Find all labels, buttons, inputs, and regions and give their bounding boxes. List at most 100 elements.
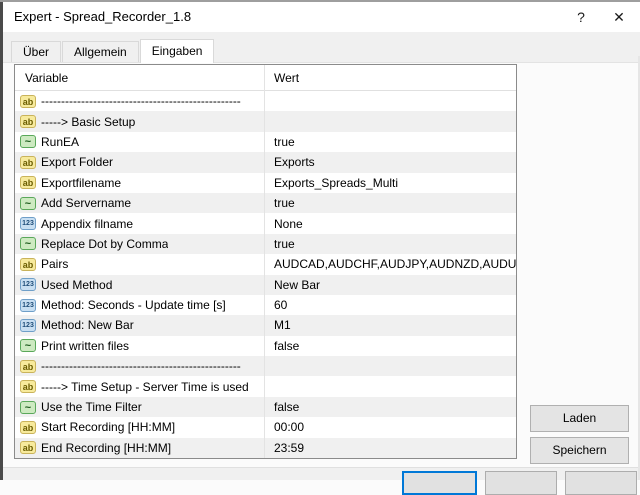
footer-button-3[interactable] bbox=[565, 471, 637, 495]
string-param-icon: ab bbox=[20, 359, 36, 373]
string-param-icon: ab bbox=[20, 94, 36, 108]
table-row[interactable]: ~ Replace Dot by Comma true bbox=[15, 233, 516, 255]
window-top-border bbox=[0, 0, 640, 2]
bool-param-icon: ~ bbox=[20, 237, 36, 251]
string-param-icon: ab bbox=[20, 155, 36, 169]
column-header-wert: Wert bbox=[274, 70, 300, 85]
footer-button-primary[interactable] bbox=[402, 471, 477, 495]
variable-label: Method: Seconds - Update time [s] bbox=[41, 298, 226, 313]
table-row[interactable]: ab -----> Time Setup - Server Time is us… bbox=[15, 376, 516, 396]
table-row[interactable]: ~ Add Servername true bbox=[15, 192, 516, 214]
variable-label: Use the Time Filter bbox=[41, 400, 142, 415]
int-param-icon: 123 bbox=[20, 298, 36, 312]
param-table-body: ab -------------------------------------… bbox=[15, 91, 516, 459]
int-param-icon: 123 bbox=[20, 278, 36, 292]
value-cell[interactable]: 23:59 bbox=[264, 441, 516, 455]
table-row[interactable]: ab -------------------------------------… bbox=[15, 91, 516, 111]
bool-param-icon: ~ bbox=[20, 135, 36, 149]
value-cell[interactable]: None bbox=[264, 217, 516, 231]
table-row[interactable]: ~ Print written files false bbox=[15, 336, 516, 356]
int-param-icon: 123 bbox=[20, 318, 36, 332]
variable-label: Print written files bbox=[41, 338, 130, 353]
close-icon: ✕ bbox=[613, 9, 625, 25]
string-param-icon: ab bbox=[20, 176, 36, 190]
footer-button-2[interactable] bbox=[485, 471, 557, 495]
variable-cell: 123 Appendix filname bbox=[15, 217, 264, 231]
value-cell[interactable]: true bbox=[264, 135, 516, 149]
table-row[interactable]: ab -------------------------------------… bbox=[15, 356, 516, 377]
variable-cell: ab End Recording [HH:MM] bbox=[15, 441, 264, 455]
table-header-row: Variable Wert bbox=[15, 65, 516, 91]
title-bar: Expert - Spread_Recorder_1.8 ? ✕ bbox=[3, 2, 640, 32]
table-row[interactable]: 123 Method: New Bar M1 bbox=[15, 315, 516, 336]
footer-bar bbox=[3, 467, 640, 495]
value-cell[interactable]: 00:00 bbox=[264, 420, 516, 434]
expert-properties-dialog: { "window": { "title": "Expert - Spread_… bbox=[0, 0, 640, 495]
tab-allgemein[interactable]: Allgemein bbox=[62, 41, 139, 62]
variable-label: Method: New Bar bbox=[41, 318, 134, 333]
value-cell[interactable]: true bbox=[264, 237, 516, 251]
load-button[interactable]: Laden bbox=[530, 405, 629, 432]
help-icon: ? bbox=[577, 9, 585, 25]
variable-label: ----------------------------------------… bbox=[41, 359, 241, 374]
close-button[interactable]: ✕ bbox=[600, 2, 638, 32]
table-row[interactable]: 123 Appendix filname None bbox=[15, 213, 516, 233]
table-row[interactable]: ab End Recording [HH:MM] 23:59 bbox=[15, 437, 516, 459]
variable-cell: ~ Print written files bbox=[15, 339, 264, 353]
variable-cell: ~ Add Servername bbox=[15, 196, 264, 210]
tab-ueber[interactable]: Über bbox=[11, 41, 62, 62]
variable-cell: ab -----> Time Setup - Server Time is us… bbox=[15, 380, 264, 394]
string-param-icon: ab bbox=[20, 115, 36, 129]
variable-cell: ~ Use the Time Filter bbox=[15, 400, 264, 414]
variable-cell: 123 Method: Seconds - Update time [s] bbox=[15, 298, 264, 312]
table-row[interactable]: 123 Used Method New Bar bbox=[15, 274, 516, 295]
variable-cell: ab Pairs bbox=[15, 257, 264, 271]
variable-label: Exportfilename bbox=[41, 175, 122, 190]
value-cell[interactable]: true bbox=[264, 196, 516, 210]
variable-cell: ab Exportfilename bbox=[15, 176, 264, 190]
table-row[interactable]: ab -----> Basic Setup bbox=[15, 111, 516, 132]
value-cell[interactable]: Exports_Spreads_Multi bbox=[264, 176, 516, 190]
window-title: Expert - Spread_Recorder_1.8 bbox=[14, 9, 192, 24]
variable-cell: ab -------------------------------------… bbox=[15, 94, 264, 108]
table-row[interactable]: 123 Method: Seconds - Update time [s] 60 bbox=[15, 295, 516, 315]
column-header-variable: Variable bbox=[25, 70, 69, 85]
parameters-table: Variable Wert ab -----------------------… bbox=[14, 64, 517, 459]
int-param-icon: 123 bbox=[20, 217, 36, 231]
table-row[interactable]: ab Start Recording [HH:MM] 00:00 bbox=[15, 417, 516, 437]
variable-label: -----> Time Setup - Server Time is used bbox=[41, 379, 249, 394]
value-cell[interactable]: M1 bbox=[264, 318, 516, 332]
column-divider[interactable] bbox=[264, 65, 265, 458]
table-row[interactable]: ab Exportfilename Exports_Spreads_Multi bbox=[15, 173, 516, 193]
variable-cell: ab Start Recording [HH:MM] bbox=[15, 420, 264, 434]
table-row[interactable]: ab Pairs AUDCAD,AUDCHF,AUDJPY,AUDNZD,AUD… bbox=[15, 254, 516, 274]
help-button[interactable]: ? bbox=[562, 2, 600, 32]
table-row[interactable]: ~ RunEA true bbox=[15, 132, 516, 152]
variable-label: -----> Basic Setup bbox=[41, 114, 136, 129]
variable-label: Export Folder bbox=[41, 155, 114, 170]
string-param-icon: ab bbox=[20, 420, 36, 434]
string-param-icon: ab bbox=[20, 441, 36, 455]
tab-eingaben[interactable]: Eingaben bbox=[139, 39, 215, 63]
table-row[interactable]: ~ Use the Time Filter false bbox=[15, 396, 516, 418]
tab-strip: Über Allgemein Eingaben bbox=[3, 32, 640, 63]
value-cell[interactable]: false bbox=[264, 339, 516, 353]
value-cell[interactable]: Exports bbox=[264, 155, 516, 169]
variable-label: RunEA bbox=[41, 134, 80, 149]
variable-label: Pairs bbox=[41, 257, 69, 272]
variable-label: Add Servername bbox=[41, 196, 132, 211]
value-cell[interactable]: AUDCAD,AUDCHF,AUDJPY,AUDNZD,AUDUS... bbox=[264, 257, 516, 271]
save-button[interactable]: Speichern bbox=[530, 437, 629, 464]
value-cell[interactable]: 60 bbox=[264, 298, 516, 312]
variable-cell: ab Export Folder bbox=[15, 155, 264, 169]
variable-cell: ~ Replace Dot by Comma bbox=[15, 237, 264, 251]
variable-cell: 123 Method: New Bar bbox=[15, 318, 264, 332]
value-cell[interactable]: New Bar bbox=[264, 278, 516, 292]
tabs-container: Über Allgemein Eingaben bbox=[11, 39, 215, 63]
value-cell[interactable]: false bbox=[264, 400, 516, 414]
variable-cell: ab -------------------------------------… bbox=[15, 359, 264, 373]
table-row[interactable]: ab Export Folder Exports bbox=[15, 152, 516, 173]
variable-label: Replace Dot by Comma bbox=[41, 236, 169, 251]
variable-cell: ~ RunEA bbox=[15, 135, 264, 149]
variable-label: Start Recording [HH:MM] bbox=[41, 420, 176, 435]
